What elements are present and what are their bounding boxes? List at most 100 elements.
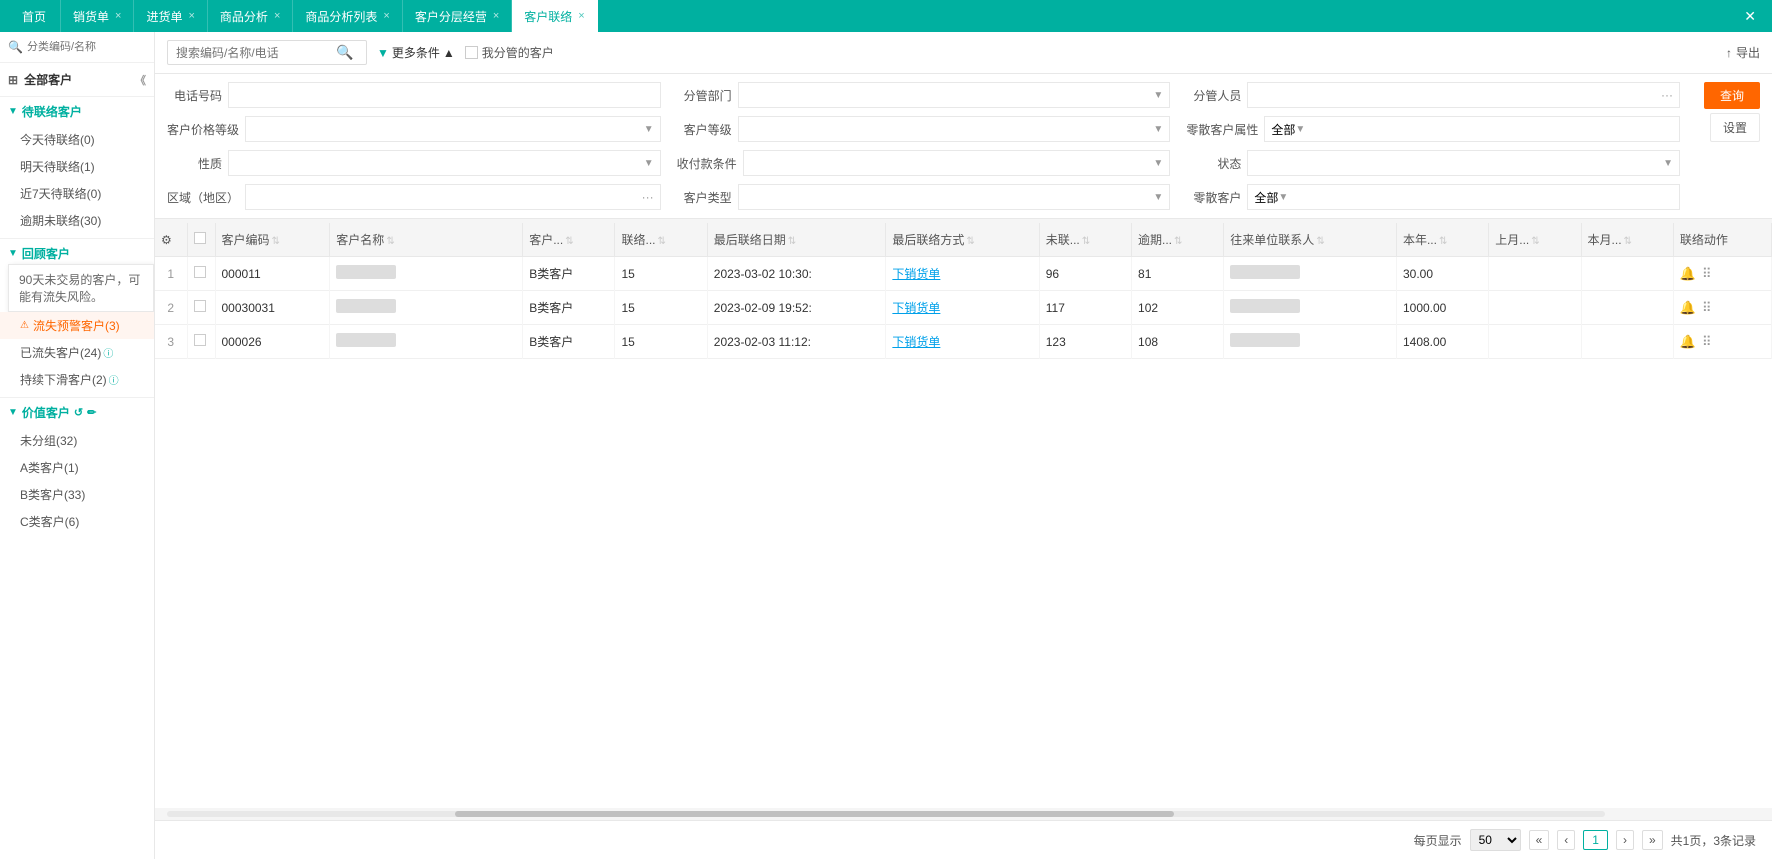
col-contact[interactable]: 联络...⇅	[615, 223, 707, 257]
section-arrow-value: ▼	[8, 407, 18, 418]
tab-purchase-close[interactable]: ×	[188, 10, 194, 22]
filter-payment-select[interactable]: ▼	[743, 150, 1171, 176]
cell-this-month-2	[1581, 325, 1673, 359]
search-btn[interactable]: 🔍	[336, 44, 353, 61]
sidebar-item-churn-warning[interactable]: ⚠ 流失预警客户(3)	[0, 312, 154, 339]
col-this-month[interactable]: 本月...⇅	[1581, 223, 1673, 257]
col-checkbox[interactable]	[187, 223, 215, 257]
tab-analysis[interactable]: 商品分析 ×	[208, 0, 293, 32]
tab-customer-link-close[interactable]: ×	[578, 10, 584, 22]
tab-home[interactable]: 首页	[8, 0, 61, 32]
settings-button[interactable]: 设置	[1710, 113, 1760, 142]
cell-unit-contact-0	[1224, 257, 1397, 291]
cell-last-month-0	[1489, 257, 1581, 291]
per-page-select[interactable]: 50 100 200	[1470, 829, 1521, 851]
my-customers-cb[interactable]	[465, 46, 478, 59]
sidebar-collapse-icon[interactable]: 《	[135, 72, 146, 88]
tab-purchase[interactable]: 进货单 ×	[134, 0, 207, 32]
sidebar-item-today[interactable]: 今天待联络(0)	[0, 126, 154, 153]
sidebar-item-lost-label: 已流失客户(24)	[20, 344, 101, 361]
filter-person-dots[interactable]: ···	[1661, 88, 1673, 102]
filter-zero-customer-select[interactable]: 全部 ▼	[1247, 184, 1680, 210]
col-unit-contact[interactable]: 往来单位联系人⇅	[1224, 223, 1397, 257]
col-this-month-label: 本月...	[1588, 233, 1622, 247]
tab-analysis-list[interactable]: 商品分析列表 ×	[293, 0, 402, 32]
page-next-btn[interactable]: ›	[1616, 830, 1634, 850]
cell-last-method-2[interactable]: 下销货单	[886, 325, 1039, 359]
col-not-contact[interactable]: 未联...⇅	[1039, 223, 1131, 257]
sidebar-item-class-a[interactable]: A类客户(1)	[0, 454, 154, 481]
filter-zero-attr-select[interactable]: 全部 ▼	[1264, 116, 1680, 142]
sidebar-item-overdue[interactable]: 逾期未联络(30)	[0, 207, 154, 234]
cell-this-month-0	[1581, 257, 1673, 291]
scrollbar-thumb[interactable]	[455, 811, 1174, 817]
col-overdue[interactable]: 逾期...⇅	[1132, 223, 1224, 257]
filter-person-select[interactable]: ···	[1247, 82, 1680, 108]
filter-status-select[interactable]: ▼	[1247, 150, 1680, 176]
sidebar-item-ungroup[interactable]: 未分组(32)	[0, 427, 154, 454]
section-title-pending: 待联络客户	[22, 103, 82, 120]
cell-last-method-0[interactable]: 下销货单	[886, 257, 1039, 291]
sidebar-all-customers[interactable]: ⊞ 全部客户 《	[0, 63, 154, 97]
cell-cb-0[interactable]	[187, 257, 215, 291]
query-button[interactable]: 查询	[1704, 82, 1760, 109]
tab-analysis-close[interactable]: ×	[274, 10, 280, 22]
tab-analysis-list-close[interactable]: ×	[383, 10, 389, 22]
action-more-2[interactable]: ⠿	[1702, 334, 1712, 350]
more-conditions-btn[interactable]: ▼ 更多条件 ▲	[377, 44, 455, 61]
action-more-1[interactable]: ⠿	[1702, 300, 1712, 316]
filter-grid: 电话号码 分管部门 ▼ 分管人员 ···	[167, 82, 1680, 210]
filter-gender-select[interactable]: ▼	[228, 150, 661, 176]
filter-price-level-select[interactable]: ▼	[245, 116, 661, 142]
filter-cell-customer-level: 客户等级 ▼	[677, 116, 1171, 142]
col-name[interactable]: 客户名称⇅	[330, 223, 523, 257]
action-bell-2[interactable]: 🔔	[1680, 334, 1696, 350]
sidebar-item-class-b[interactable]: B类客户(33)	[0, 481, 154, 508]
scrollbar-track[interactable]	[167, 811, 1605, 817]
filter-status-label: 状态	[1186, 155, 1241, 172]
filter-zero-attr-value: 全部	[1271, 121, 1295, 138]
filter-region-select[interactable]: ···	[245, 184, 661, 210]
col-last-date[interactable]: 最后联络日期⇅	[707, 223, 886, 257]
tab-customer-level-close[interactable]: ×	[493, 10, 499, 22]
edit-icon-value[interactable]: ✏	[87, 406, 96, 419]
action-bell-0[interactable]: 🔔	[1680, 266, 1696, 282]
filter-customer-level-select[interactable]: ▼	[738, 116, 1171, 142]
sidebar-item-tomorrow[interactable]: 明天待联络(1)	[0, 153, 154, 180]
col-settings[interactable]: ⚙	[155, 223, 187, 257]
page-last-btn[interactable]: »	[1642, 830, 1663, 850]
cell-action-0: 🔔 ⠿	[1673, 257, 1771, 291]
sidebar-section-pending[interactable]: ▼ 待联络客户	[0, 97, 154, 126]
filter-dept-select[interactable]: ▼	[738, 82, 1171, 108]
col-code[interactable]: 客户编码⇅	[215, 223, 330, 257]
page-first-btn[interactable]: «	[1529, 830, 1550, 850]
sidebar-item-lost[interactable]: 已流失客户(24) ⓘ	[0, 339, 154, 366]
filter-phone-input[interactable]	[228, 82, 661, 108]
col-type[interactable]: 客户...⇅	[523, 223, 615, 257]
tab-sales-close[interactable]: ×	[115, 10, 121, 22]
action-more-0[interactable]: ⠿	[1702, 266, 1712, 282]
action-bell-1[interactable]: 🔔	[1680, 300, 1696, 316]
tab-customer-level[interactable]: 客户分层经营 ×	[403, 0, 512, 32]
filter-customer-type-select[interactable]: ▼	[738, 184, 1171, 210]
col-last-month[interactable]: 上月...⇅	[1489, 223, 1581, 257]
sidebar-item-declining[interactable]: 持续下滑客户(2) ⓘ	[0, 366, 154, 393]
col-last-method[interactable]: 最后联络方式⇅	[886, 223, 1039, 257]
my-customers-checkbox[interactable]: 我分管的客户	[465, 44, 554, 61]
refresh-icon-value[interactable]: ↺	[74, 406, 83, 419]
cell-last-method-1[interactable]: 下销货单	[886, 291, 1039, 325]
filter-region-dots[interactable]: ···	[642, 190, 654, 204]
window-close-btn[interactable]: ✕	[1736, 8, 1764, 25]
cell-cb-1[interactable]	[187, 291, 215, 325]
page-prev-btn[interactable]: ‹	[1557, 830, 1575, 850]
search-input[interactable]	[176, 46, 336, 60]
sidebar-item-7days[interactable]: 近7天待联络(0)	[0, 180, 154, 207]
cell-cb-2[interactable]	[187, 325, 215, 359]
col-this-year[interactable]: 本年...⇅	[1396, 223, 1488, 257]
sidebar-item-class-c[interactable]: C类客户(6)	[0, 508, 154, 535]
sidebar-search-input[interactable]	[27, 41, 146, 53]
export-btn[interactable]: ↑ 导出	[1726, 44, 1760, 61]
sidebar-section-value[interactable]: ▼ 价值客户 ↺ ✏	[0, 398, 154, 427]
tab-customer-link[interactable]: 客户联络 ×	[512, 0, 597, 32]
tab-sales[interactable]: 销货单 ×	[61, 0, 134, 32]
